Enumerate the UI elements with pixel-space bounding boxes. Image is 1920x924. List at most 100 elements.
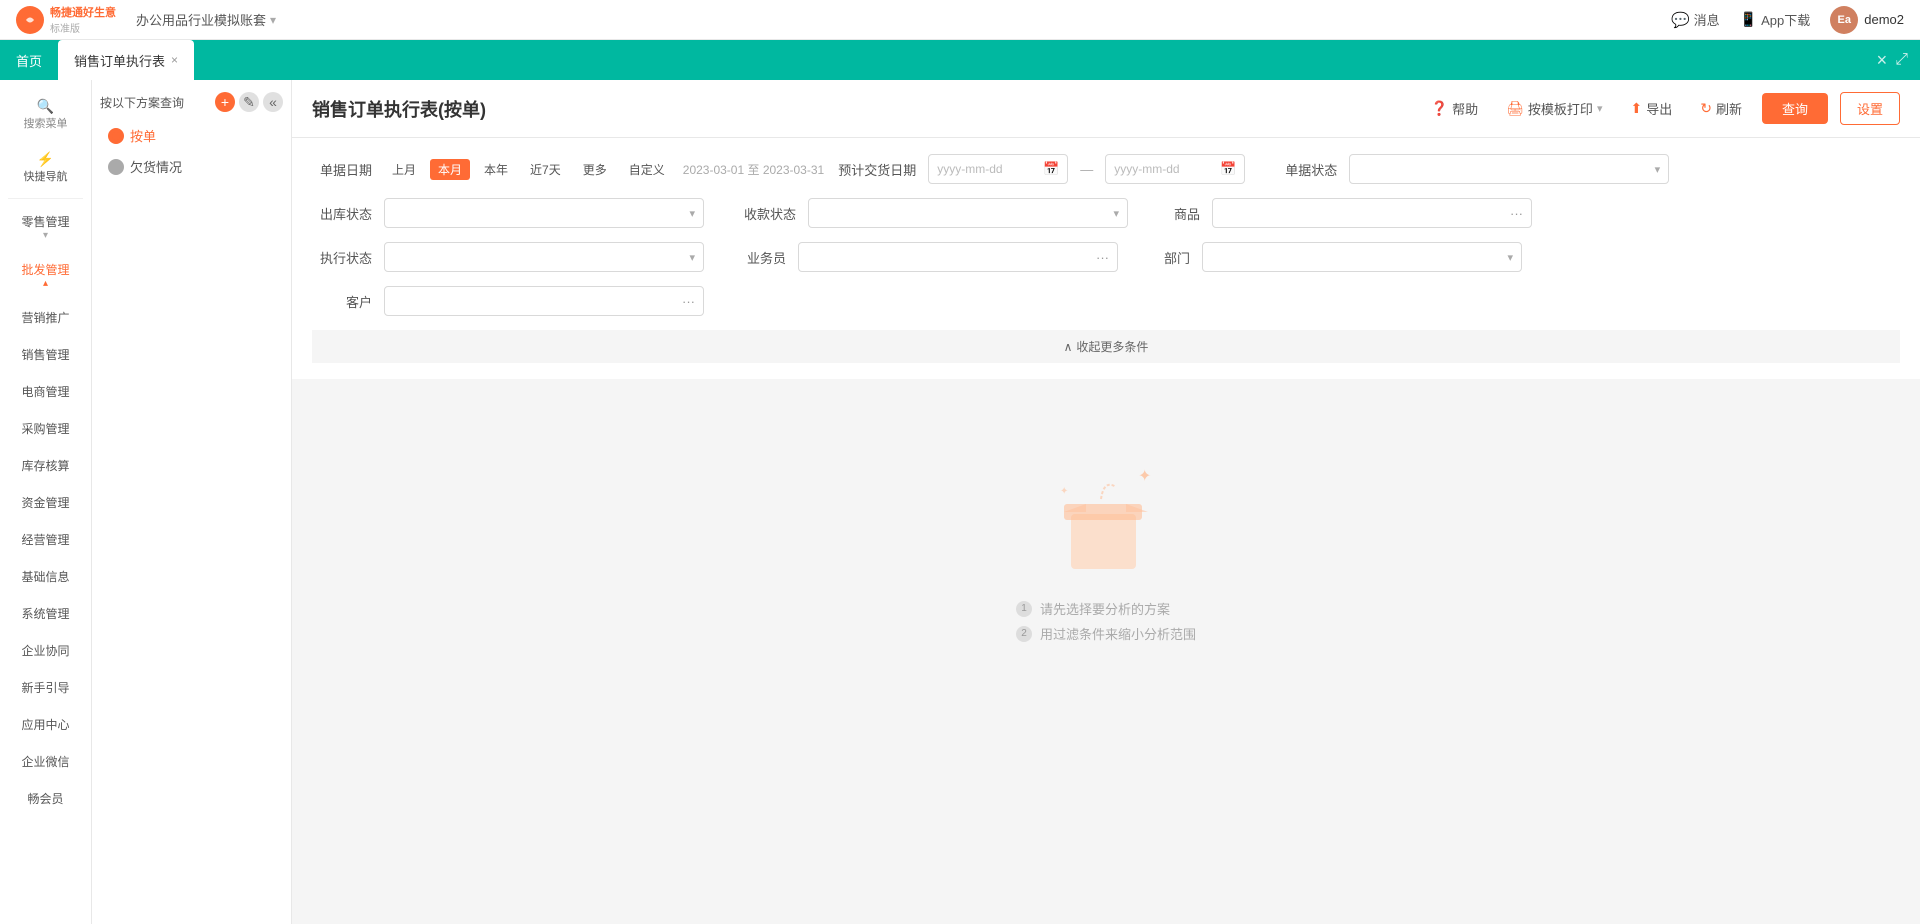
status-select[interactable]: ▾	[1349, 154, 1669, 184]
exec-status-select[interactable]: ▾	[384, 242, 704, 272]
sidebar-retail-arrow: ▾	[43, 230, 48, 241]
left-panel-header: 按以下方案查询 + ✎ «	[100, 92, 283, 112]
customer-ellipsis[interactable]: ···	[682, 294, 695, 309]
sidebar-item-newbie[interactable]: 新手引导	[0, 669, 91, 706]
sidebar-quick-nav[interactable]: ⚡ 快捷导航	[0, 141, 91, 194]
sidebar-member-label: 畅会员	[27, 790, 63, 807]
expected-date-from-input[interactable]: yyyy-mm-dd 📅	[928, 154, 1068, 184]
settings-button[interactable]: 设置	[1840, 92, 1900, 125]
customer-input[interactable]: ···	[384, 286, 704, 316]
empty-hint-1-text: 请先选择要分析的方案	[1040, 599, 1170, 618]
tab-bar-actions: × ⤢	[1877, 50, 1920, 71]
sidebar-item-ecommerce[interactable]: 电商管理	[0, 373, 91, 410]
filter-row-2: 出库状态 ▾ 收款状态 ▾ 商品 ···	[312, 198, 1900, 228]
export-button[interactable]: ⬆ 导出	[1622, 95, 1680, 122]
left-panel-add-button[interactable]: +	[215, 92, 235, 112]
date-label: 单据日期	[312, 160, 372, 179]
empty-hint-2: 2 用过滤条件来缩小分析范围	[1016, 624, 1196, 643]
content-inner: 按以下方案查询 + ✎ « 按单	[92, 80, 1920, 924]
payment-status-dropdown-icon: ▾	[1113, 207, 1119, 220]
date-tab-this-month[interactable]: 本月	[430, 159, 470, 180]
sidebar-newbie-label: 新手引导	[21, 679, 69, 696]
sidebar-wholesale-arrow: ▴	[43, 278, 48, 289]
left-panel-title: 按以下方案查询	[100, 94, 184, 111]
tab-home[interactable]: 首页	[0, 40, 58, 80]
date-tab-more[interactable]: 更多	[575, 159, 615, 180]
page-header-actions: ❓ 帮助 🖨 按模板打印 ▾ ⬆ 导出	[1423, 92, 1900, 125]
user-avatar-area[interactable]: Ea demo2	[1830, 6, 1904, 34]
breadcrumb-arrow-icon[interactable]: ▾	[270, 13, 276, 27]
left-panel-item-by-order[interactable]: 按单	[100, 120, 283, 151]
sidebar-item-marketing[interactable]: 营销推广	[0, 299, 91, 336]
date-range-text: 2023-03-01 至 2023-03-31	[683, 161, 824, 178]
left-panel-item-shortage[interactable]: 欠货情况	[100, 151, 283, 182]
sidebar-item-wholesale[interactable]: 批发管理 ▴	[0, 251, 91, 299]
status-dropdown-icon: ▾	[1655, 163, 1661, 176]
breadcrumb: 办公用品行业模拟账套 ▾	[136, 10, 276, 29]
expected-date-to-placeholder: yyyy-mm-dd	[1114, 162, 1216, 176]
tab-home-label: 首页	[16, 51, 42, 70]
goods-label: 商品	[1160, 204, 1200, 223]
department-dropdown-icon: ▾	[1507, 251, 1513, 264]
collapse-bar[interactable]: ∧ 收起更多条件	[312, 330, 1900, 363]
refresh-icon: ↻	[1700, 100, 1712, 117]
search-button[interactable]: 查询	[1762, 93, 1828, 124]
filter-row-4: 客户 ···	[312, 286, 1900, 316]
salesperson-ellipsis[interactable]: ···	[1096, 250, 1109, 265]
sidebar-inventory-label: 库存核算	[21, 457, 69, 474]
tab-restore-button[interactable]: ⤢	[1895, 51, 1908, 69]
app-download-button[interactable]: 📱 App下载	[1740, 10, 1811, 29]
download-icon: 📱	[1740, 11, 1757, 28]
tab-close-icon[interactable]: ×	[171, 53, 178, 67]
tab-sales-exec[interactable]: 销售订单执行表 ×	[58, 40, 194, 80]
expected-date-to-input[interactable]: yyyy-mm-dd 📅	[1105, 154, 1245, 184]
help-label: 帮助	[1452, 99, 1478, 118]
sidebar-item-finance[interactable]: 资金管理	[0, 484, 91, 521]
sidebar-item-operations[interactable]: 经营管理	[0, 521, 91, 558]
empty-state: ✦ ✦ 1 请先选择要分析的方案 2	[292, 379, 1920, 729]
sidebar-item-purchase[interactable]: 采购管理	[0, 410, 91, 447]
sidebar-item-apps[interactable]: 应用中心	[0, 706, 91, 743]
export-label: 导出	[1646, 99, 1672, 118]
left-panel-edit-button[interactable]: ✎	[239, 92, 259, 112]
message-button[interactable]: 💬 消息	[1671, 10, 1720, 29]
sidebar-item-retail[interactable]: 零售管理 ▾	[0, 203, 91, 251]
help-button[interactable]: ❓ 帮助	[1423, 95, 1486, 122]
sidebar-retail-label: 零售管理	[21, 213, 69, 230]
department-select[interactable]: ▾	[1202, 242, 1522, 272]
date-tab-last-month[interactable]: 上月	[384, 159, 424, 180]
date-separator: —	[1080, 162, 1093, 177]
goods-input[interactable]: ···	[1212, 198, 1532, 228]
sidebar-item-sales[interactable]: 销售管理	[0, 336, 91, 373]
status-label: 单据状态	[1277, 160, 1337, 179]
left-panel-item-icon-shortage	[108, 159, 124, 175]
salesperson-input[interactable]: ···	[798, 242, 1118, 272]
print-button[interactable]: 🖨 按模板打印 ▾	[1498, 95, 1610, 122]
sidebar-item-enterprise[interactable]: 企业协同	[0, 632, 91, 669]
tab-close-all-button[interactable]: ×	[1877, 50, 1888, 71]
tab-bar: 首页 销售订单执行表 × × ⤢	[0, 40, 1920, 80]
content-area: 按以下方案查询 + ✎ « 按单	[92, 80, 1920, 924]
goods-ellipsis[interactable]: ···	[1510, 206, 1523, 221]
sidebar-search-label: 搜索菜单	[24, 115, 68, 131]
stock-status-select[interactable]: ▾	[384, 198, 704, 228]
payment-status-select[interactable]: ▾	[808, 198, 1128, 228]
page-header: 销售订单执行表(按单) ❓ 帮助 🖨 按模板打印 ▾	[292, 80, 1920, 138]
sidebar-item-system[interactable]: 系统管理	[0, 595, 91, 632]
refresh-button[interactable]: ↻ 刷新	[1692, 95, 1750, 122]
sidebar-item-basic[interactable]: 基础信息	[0, 558, 91, 595]
expected-date-from-placeholder: yyyy-mm-dd	[937, 162, 1039, 176]
sidebar-item-member[interactable]: 畅会员	[0, 780, 91, 817]
export-icon: ⬆	[1630, 100, 1642, 117]
date-tab-this-year[interactable]: 本年	[476, 159, 516, 180]
date-tab-last7[interactable]: 近7天	[522, 159, 569, 180]
sidebar-item-inventory[interactable]: 库存核算	[0, 447, 91, 484]
calendar-from-icon: 📅	[1043, 161, 1059, 177]
sidebar-search[interactable]: 🔍 搜索菜单	[0, 88, 91, 141]
quick-nav-icon: ⚡	[37, 151, 54, 168]
logo-icon	[16, 6, 44, 34]
date-tab-custom[interactable]: 自定义	[621, 159, 673, 180]
left-panel-collapse-button[interactable]: «	[263, 92, 283, 112]
sidebar-item-wechat[interactable]: 企业微信	[0, 743, 91, 780]
exec-status-label: 执行状态	[312, 248, 372, 267]
